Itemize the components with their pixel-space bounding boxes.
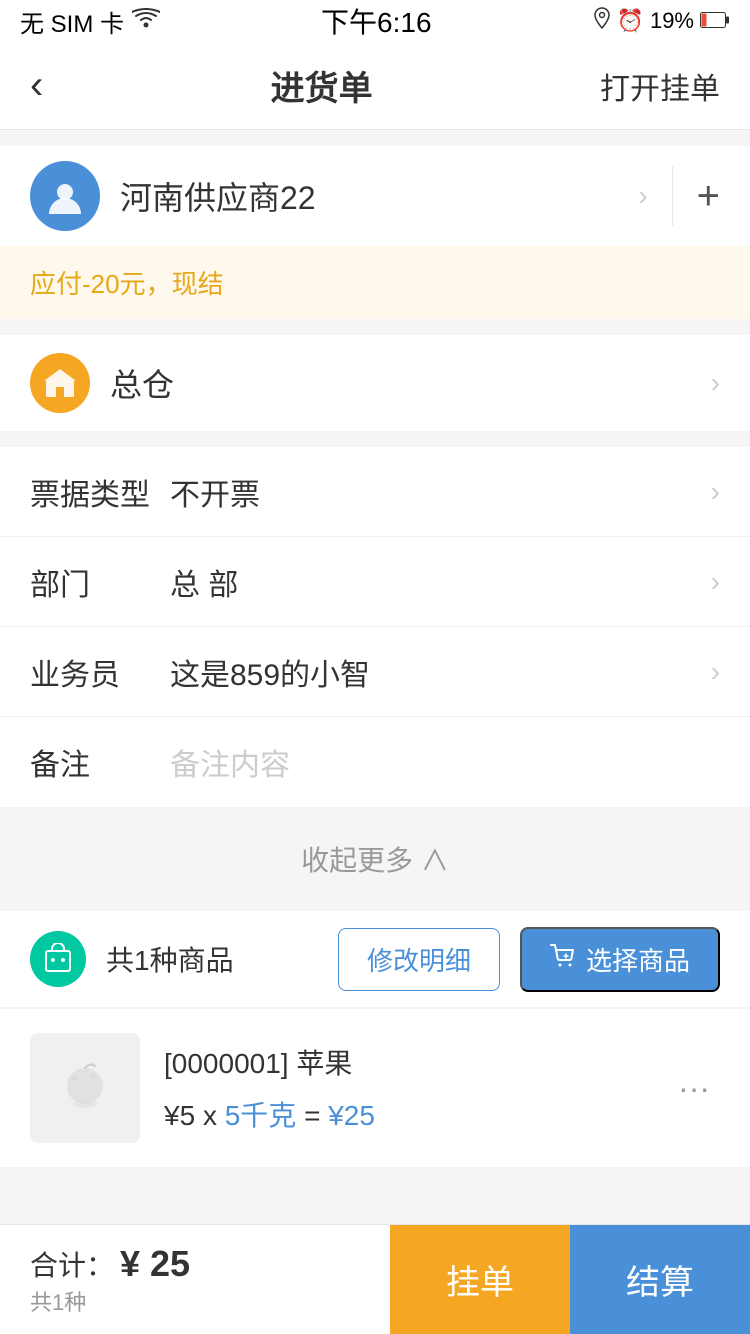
select-product-button[interactable]: 选择商品 xyxy=(520,927,720,992)
product-count-text: 共1种商品 xyxy=(106,939,318,979)
multiply-symbol: x xyxy=(203,1100,225,1131)
battery-text: 19% xyxy=(650,8,694,34)
hang-label: 挂单 xyxy=(446,1255,514,1304)
product-title: 苹果 xyxy=(296,1048,352,1079)
salesman-chevron-icon: › xyxy=(711,656,720,688)
product-count-icon xyxy=(30,931,86,987)
remark-label: 备注 xyxy=(30,740,170,784)
supplier-info: 河南供应商22 › xyxy=(30,161,648,231)
page-title: 进货单 xyxy=(271,61,373,110)
collapse-row[interactable]: 收起更多 ∧ xyxy=(0,823,750,895)
total-label-row: 合计： ¥ 25 xyxy=(30,1243,360,1285)
carrier-text: 无 SIM 卡 xyxy=(20,4,124,39)
product-header: 共1种商品 修改明细 选择商品 xyxy=(0,911,750,1007)
product-code: [0000001] xyxy=(164,1048,289,1079)
department-label: 部门 xyxy=(30,560,170,604)
supplier-add-button[interactable]: + xyxy=(697,174,720,219)
total-price: ¥25 xyxy=(328,1100,375,1131)
open-hang-button[interactable]: 打开挂单 xyxy=(600,64,720,108)
salesman-row[interactable]: 业务员 这是859的小智 › xyxy=(0,627,750,717)
total-section: 合计： ¥ 25 共1种 xyxy=(0,1243,390,1317)
salesman-label: 业务员 xyxy=(30,650,170,694)
remark-row[interactable]: 备注 备注内容 xyxy=(0,717,750,807)
total-sub-text: 共1种 xyxy=(30,1285,360,1317)
product-item: [0000001] 苹果 ¥5 x 5千克 = ¥25 ··· xyxy=(0,1009,750,1167)
notice-text: 应付-20元，现结 xyxy=(30,269,224,299)
total-label-text: 合计： xyxy=(30,1244,114,1284)
supplier-row[interactable]: 河南供应商22 › + xyxy=(0,146,750,246)
alarm-icon: ⏰ xyxy=(617,8,644,34)
status-right: ⏰ 19% xyxy=(593,7,730,35)
ticket-type-row[interactable]: 票据类型 不开票 › xyxy=(0,447,750,537)
battery-icon xyxy=(700,8,730,34)
warehouse-icon xyxy=(30,353,90,413)
product-price: ¥5 x 5千克 = ¥25 xyxy=(164,1094,668,1134)
nav-bar: ‹ 进货单 打开挂单 xyxy=(0,42,750,130)
settle-button[interactable]: 结算 xyxy=(570,1225,750,1334)
warehouse-chevron-icon: › xyxy=(711,367,720,399)
ticket-type-chevron-icon: › xyxy=(711,476,720,508)
collapse-label: 收起更多 ∧ xyxy=(301,839,449,879)
salesman-value: 这是859的小智 xyxy=(170,650,701,694)
notice-banner: 应付-20元，现结 xyxy=(0,246,750,319)
product-thumbnail xyxy=(30,1033,140,1143)
product-info: [0000001] 苹果 ¥5 x 5千克 = ¥25 xyxy=(164,1042,668,1134)
quantity-value: 5千克 xyxy=(225,1100,297,1131)
ticket-type-value: 不开票 xyxy=(170,470,701,514)
warehouse-row[interactable]: 总仓 › xyxy=(0,335,750,431)
supplier-name: 河南供应商22 xyxy=(120,173,628,219)
product-name: [0000001] 苹果 xyxy=(164,1042,668,1082)
product-more-button[interactable]: ··· xyxy=(668,1060,720,1117)
department-value: 总 部 xyxy=(170,560,701,604)
ticket-type-label: 票据类型 xyxy=(30,470,170,514)
status-left: 无 SIM 卡 xyxy=(20,4,160,39)
warehouse-name: 总仓 xyxy=(110,360,701,406)
section-gap-1 xyxy=(0,130,750,146)
back-button[interactable]: ‹ xyxy=(30,63,43,108)
cart-icon xyxy=(550,944,578,975)
hang-button[interactable]: 挂单 xyxy=(390,1225,570,1334)
supplier-chevron-icon: › xyxy=(638,180,647,212)
status-bar: 无 SIM 卡 下午6:16 ⏰ 19% xyxy=(0,0,750,42)
department-row[interactable]: 部门 总 部 › xyxy=(0,537,750,627)
select-product-label: 选择商品 xyxy=(586,941,690,978)
settle-label: 结算 xyxy=(626,1255,694,1304)
location-icon xyxy=(593,7,611,35)
unit-price: ¥5 xyxy=(164,1100,195,1131)
equals-symbol: = xyxy=(304,1100,328,1131)
wifi-icon xyxy=(132,7,160,35)
supplier-avatar xyxy=(30,161,100,231)
remark-placeholder: 备注内容 xyxy=(170,740,720,784)
supplier-divider xyxy=(672,166,673,226)
status-time: 下午6:16 xyxy=(321,1,432,41)
form-section: 票据类型 不开票 › 部门 总 部 › 业务员 这是859的小智 › 备注 备注… xyxy=(0,447,750,807)
total-amount-value: ¥ 25 xyxy=(120,1243,190,1285)
department-chevron-icon: › xyxy=(711,566,720,598)
bottom-bar: 合计： ¥ 25 共1种 挂单 结算 xyxy=(0,1224,750,1334)
modify-detail-button[interactable]: 修改明细 xyxy=(338,928,500,991)
